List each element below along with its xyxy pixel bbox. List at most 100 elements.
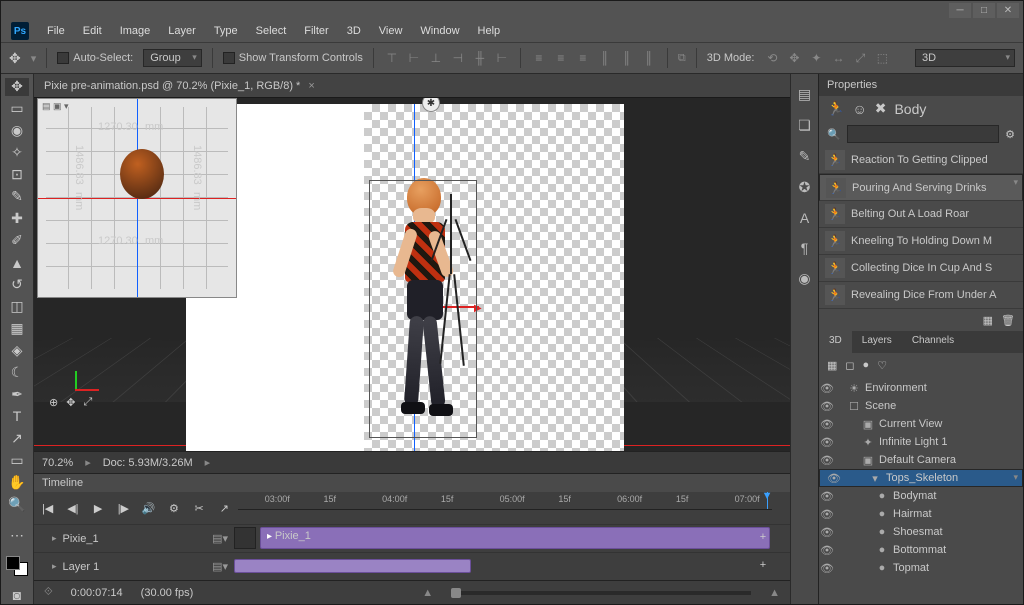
visibility-icon[interactable]: 👁 bbox=[826, 472, 842, 485]
filter-whole-icon[interactable]: ▦ bbox=[827, 359, 837, 372]
canvas[interactable]: ▶ ✱ ▤ ▣ ▾ bbox=[34, 98, 790, 451]
edit-toolbar[interactable]: ⋯ bbox=[5, 526, 29, 544]
zoom-tool[interactable]: 🔍 bbox=[5, 495, 29, 513]
path-tool[interactable]: ↗ bbox=[5, 429, 29, 447]
pen-tool[interactable]: ✒ bbox=[5, 385, 29, 403]
zoom-level[interactable]: 70.2% bbox=[42, 457, 73, 469]
camera-dropdown[interactable]: 3D bbox=[915, 49, 1015, 67]
color-swatches[interactable] bbox=[6, 556, 28, 576]
blur-tool[interactable]: ◈ bbox=[5, 341, 29, 359]
minimize-button[interactable]: ─ bbox=[949, 3, 971, 18]
filter-material-icon[interactable]: ● bbox=[863, 359, 870, 371]
tab-channels[interactable]: Channels bbox=[902, 331, 964, 353]
visibility-icon[interactable]: 👁 bbox=[819, 454, 835, 467]
history-brush-tool[interactable]: ↺ bbox=[5, 276, 29, 294]
tab-3d[interactable]: 3D bbox=[819, 331, 852, 353]
asset-item[interactable]: 🏃Reaction To Getting Clipped bbox=[819, 147, 1023, 174]
stamp-tool[interactable]: ▲ bbox=[5, 254, 29, 272]
skeleton-icon[interactable]: ✖ bbox=[875, 100, 887, 117]
tree-row[interactable]: 👁●Bottommat bbox=[819, 541, 1023, 559]
selection-bounds[interactable] bbox=[369, 180, 477, 438]
dolly-icon[interactable]: ✦ bbox=[808, 50, 824, 66]
distribute-icon[interactable]: ║ bbox=[641, 50, 657, 66]
crop-tool[interactable]: ⊡ bbox=[5, 166, 29, 184]
menu-3d[interactable]: 3D bbox=[339, 22, 369, 40]
timeline-clip[interactable]: ▸ Pixie_1 bbox=[260, 527, 770, 549]
tab-layers[interactable]: Layers bbox=[852, 331, 902, 353]
search-input[interactable] bbox=[847, 125, 999, 143]
menu-type[interactable]: Type bbox=[206, 22, 246, 40]
filter-mesh-icon[interactable]: ◻ bbox=[845, 359, 854, 372]
libraries-panel-icon[interactable]: ◉ bbox=[798, 270, 810, 287]
type-tool[interactable]: T bbox=[5, 407, 29, 425]
tree-row[interactable]: 👁✦Infinite Light 1 bbox=[819, 433, 1023, 451]
settings-icon[interactable]: ⚙ bbox=[166, 499, 181, 517]
tree-row[interactable]: 👁☀Environment bbox=[819, 379, 1023, 397]
menu-filter[interactable]: Filter bbox=[296, 22, 336, 40]
settings-icon[interactable]: ⚙ bbox=[1005, 128, 1015, 141]
prev-frame-button[interactable]: ◀| bbox=[65, 499, 80, 517]
distribute-icon[interactable]: ║ bbox=[597, 50, 613, 66]
show-transform-checkbox[interactable]: Show Transform Controls bbox=[223, 52, 363, 64]
add-clip-button[interactable]: + bbox=[756, 531, 770, 545]
wand-tool[interactable]: ✧ bbox=[5, 144, 29, 162]
menu-layer[interactable]: Layer bbox=[160, 22, 204, 40]
mask-icon[interactable]: ☺ bbox=[852, 101, 866, 117]
track-options-icon[interactable]: ▤▾ bbox=[212, 560, 228, 573]
visibility-icon[interactable]: 👁 bbox=[819, 436, 835, 449]
menu-view[interactable]: View bbox=[371, 22, 411, 40]
tree-row[interactable]: 👁☐Scene bbox=[819, 397, 1023, 415]
current-time[interactable]: 0:00:07:14 bbox=[71, 587, 123, 599]
asset-item[interactable]: 🏃Pouring And Serving Drinks bbox=[819, 174, 1023, 201]
dolly-icon[interactable]: ⤢ bbox=[83, 396, 92, 409]
trash-icon[interactable]: 🗑 bbox=[1001, 314, 1015, 327]
hand-tool[interactable]: ✋ bbox=[5, 473, 29, 491]
asset-item[interactable]: 🏃Kneeling To Holding Down M bbox=[819, 228, 1023, 255]
asset-item[interactable]: 🏃Collecting Dice In Cup And S bbox=[819, 255, 1023, 282]
asset-item[interactable]: 🏃Revealing Dice From Under A bbox=[819, 282, 1023, 309]
menu-select[interactable]: Select bbox=[248, 22, 295, 40]
menu-file[interactable]: File bbox=[39, 22, 73, 40]
visibility-icon[interactable]: 👁 bbox=[819, 508, 835, 521]
track-options-icon[interactable]: ▤▾ bbox=[212, 532, 228, 545]
3d-icon[interactable]: ⧉ bbox=[678, 52, 686, 65]
menu-help[interactable]: Help bbox=[470, 22, 509, 40]
align-left-icon[interactable]: ⊣ bbox=[450, 50, 466, 66]
orbit-icon[interactable]: ⊕ bbox=[49, 396, 58, 409]
next-frame-button[interactable]: |▶ bbox=[116, 499, 131, 517]
visibility-icon[interactable]: 👁 bbox=[819, 490, 835, 503]
paragraph-panel-icon[interactable]: ¶ bbox=[801, 240, 809, 256]
auto-select-dropdown[interactable]: Group bbox=[143, 49, 202, 67]
eyedropper-tool[interactable]: ✎ bbox=[5, 188, 29, 206]
timeline-clip[interactable] bbox=[234, 559, 471, 573]
tree-row[interactable]: 👁▣Current View bbox=[819, 415, 1023, 433]
move-tool[interactable]: ✥ bbox=[5, 78, 29, 96]
align-bottom-icon[interactable]: ⊥ bbox=[428, 50, 444, 66]
pan-icon[interactable]: ✥ bbox=[66, 396, 75, 409]
zoom-slider[interactable] bbox=[451, 591, 751, 595]
marquee-tool[interactable]: ▭ bbox=[5, 100, 29, 118]
document-tab[interactable]: Pixie pre-animation.psd @ 70.2% (Pixie_1… bbox=[34, 74, 790, 98]
menu-edit[interactable]: Edit bbox=[75, 22, 110, 40]
distribute-icon[interactable]: ≡ bbox=[575, 50, 591, 66]
filter-light-icon[interactable]: ♡ bbox=[877, 359, 887, 372]
timeline-track[interactable]: Layer 1▤▾ + bbox=[34, 552, 790, 580]
shape-tool[interactable]: ▭ bbox=[5, 451, 29, 469]
tree-row[interactable]: 👁▾Tops_Skeleton bbox=[819, 469, 1023, 487]
tree-row[interactable]: 👁●Topmat bbox=[819, 559, 1023, 577]
visibility-icon[interactable]: 👁 bbox=[819, 382, 835, 395]
play-button[interactable]: ▶ bbox=[91, 499, 106, 517]
view-manipulators[interactable]: ⊕ ✥ ⤢ bbox=[49, 396, 92, 409]
scale3d-icon[interactable]: ⤢ bbox=[852, 50, 868, 66]
quickmask-tool[interactable]: ◙ bbox=[5, 586, 29, 604]
close-tab-icon[interactable]: × bbox=[308, 80, 314, 92]
align-hcenter-icon[interactable]: ╫ bbox=[472, 50, 488, 66]
distribute-icon[interactable]: ║ bbox=[619, 50, 635, 66]
dodge-tool[interactable]: ☾ bbox=[5, 363, 29, 381]
distribute-icon[interactable]: ≡ bbox=[531, 50, 547, 66]
healing-tool[interactable]: ✚ bbox=[5, 210, 29, 228]
typography-panel-icon[interactable]: A bbox=[800, 210, 809, 226]
timeline-ruler[interactable]: 03:00f 15f 04:00f 15f 05:00f 15f 06:00f … bbox=[238, 492, 772, 510]
menu-image[interactable]: Image bbox=[112, 22, 159, 40]
tree-row[interactable]: 👁▣Default Camera bbox=[819, 451, 1023, 469]
